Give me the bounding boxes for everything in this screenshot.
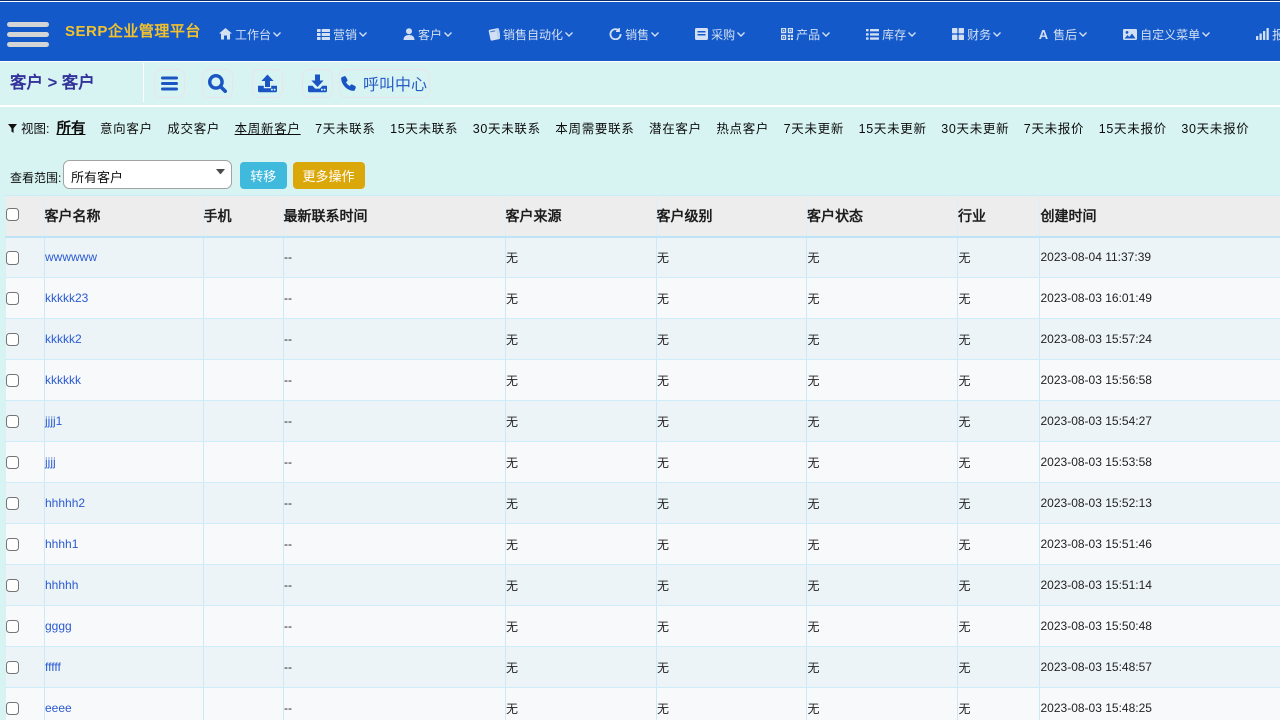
svg-text:A: A (1039, 29, 1049, 40)
